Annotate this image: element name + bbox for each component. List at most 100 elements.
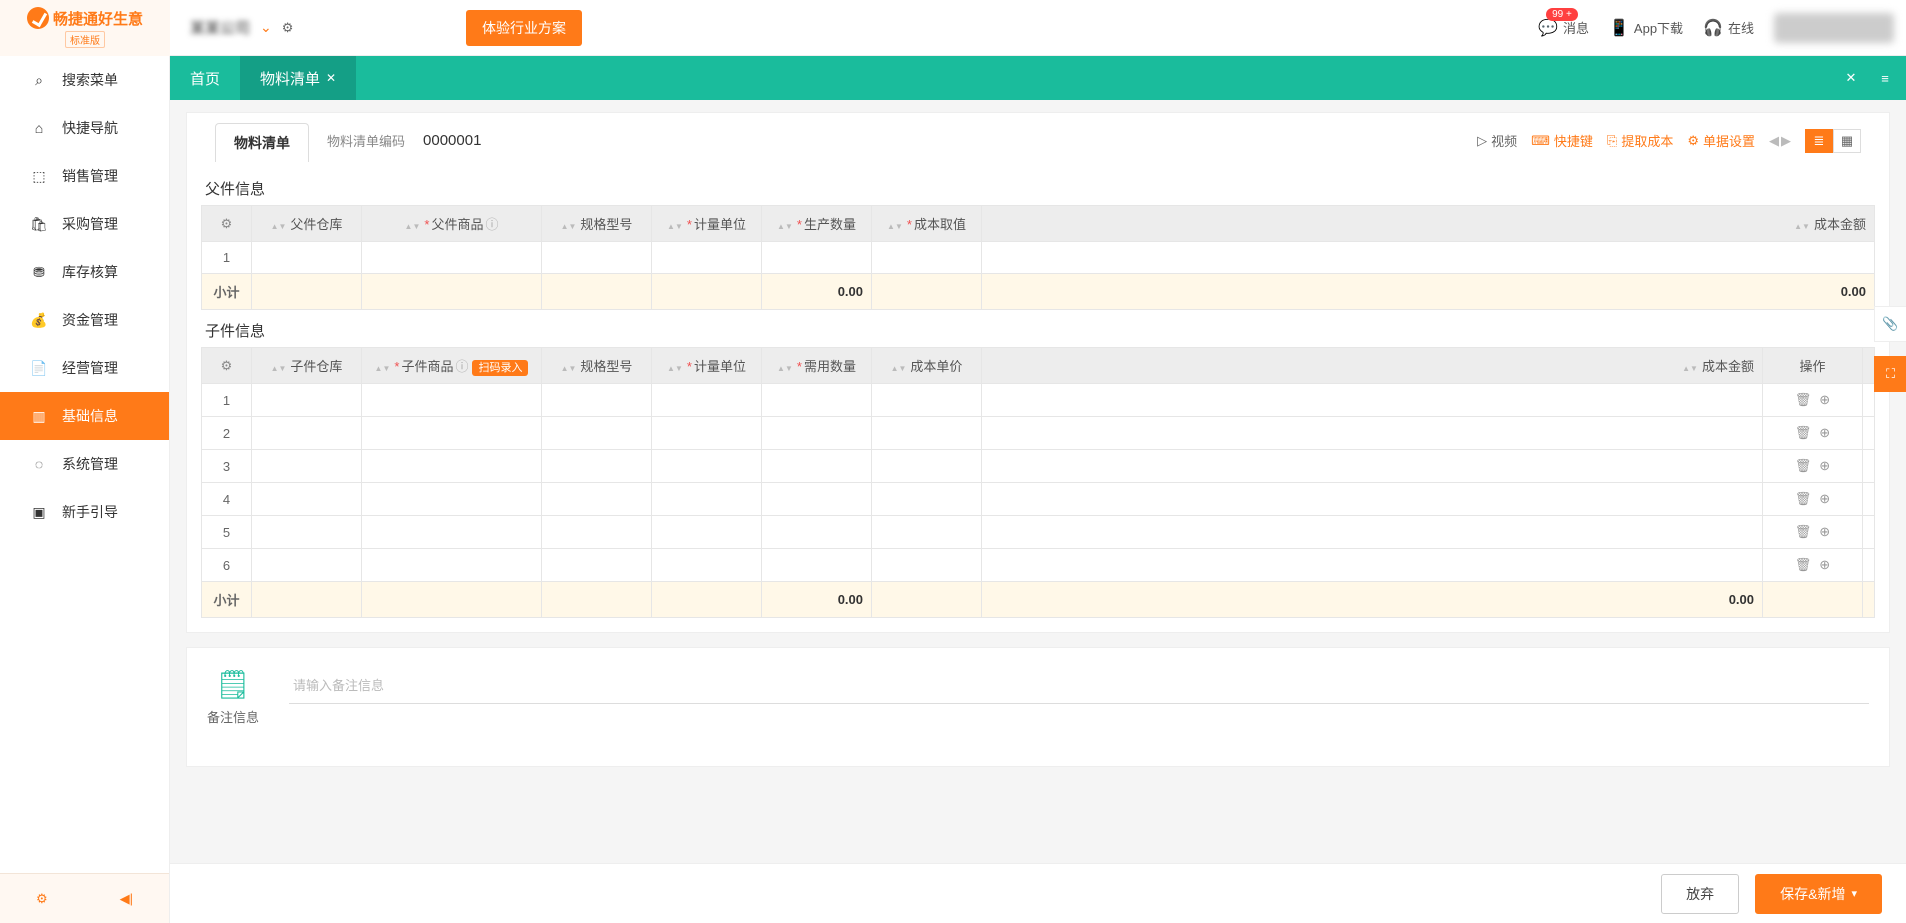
sidebar-item-system-mgmt[interactable]: ◌系统管理: [0, 440, 169, 488]
table-row[interactable]: 3 🗑 ⊕: [202, 450, 1875, 483]
note-icon: 🗒: [215, 668, 251, 701]
add-icon[interactable]: ⊕: [1819, 458, 1830, 473]
main: 首页 物料清单 ✕ ✕ ≡ 物料清单 物料清单编码 0000001: [170, 56, 1906, 923]
col-child-qty[interactable]: ▲▼*需用数量: [762, 348, 872, 384]
sidebar-item-fund-mgmt[interactable]: 💰资金管理: [0, 296, 169, 344]
sidebar-item-quick-nav[interactable]: ⌂快捷导航: [0, 104, 169, 152]
save-new-button[interactable]: 保存&新增 ▾: [1755, 874, 1882, 914]
table-row[interactable]: 1🗑⊕: [202, 384, 1875, 417]
col-child-warehouse[interactable]: ▲▼子件仓库: [252, 348, 362, 384]
fullscreen-button[interactable]: ⛶: [1874, 356, 1906, 392]
collapse-icon[interactable]: ◀|: [120, 891, 133, 907]
sidebar-item-sales-mgmt[interactable]: ⬚销售管理: [0, 152, 169, 200]
experience-button[interactable]: 体验行业方案: [466, 10, 582, 46]
logo: 畅捷通好生意: [27, 7, 143, 29]
col-parent-amount[interactable]: ▲▼成本金额: [982, 206, 1875, 242]
user-avatar[interactable]: [1774, 13, 1894, 43]
row-actions: 🗑⊕: [1763, 549, 1863, 582]
next-icon[interactable]: ▶: [1781, 133, 1791, 149]
add-icon[interactable]: ⊕: [1819, 524, 1830, 539]
sidebar-item-label: 搜索菜单: [62, 70, 118, 90]
sidebar-item-inventory-cost[interactable]: ⛃库存核算: [0, 248, 169, 296]
sidebar-item-label: 经营管理: [62, 358, 118, 378]
col-parent-qty[interactable]: ▲▼*生产数量: [762, 206, 872, 242]
row-number: 1: [202, 242, 252, 274]
add-icon[interactable]: ⊕: [1819, 557, 1830, 572]
table-row[interactable]: 4 🗑 ⊕: [202, 483, 1875, 516]
delete-icon[interactable]: 🗑: [1795, 392, 1812, 407]
add-icon[interactable]: ⊕: [1819, 491, 1830, 506]
list-view-btn[interactable]: ≣: [1805, 129, 1833, 153]
tab-menu-icon[interactable]: ≡: [1870, 63, 1900, 93]
prev-icon[interactable]: ◀: [1769, 133, 1779, 149]
brand-edition: 标准版: [65, 31, 105, 48]
quick-nav-icon: ⌂: [30, 120, 48, 136]
row-number: 3: [202, 450, 252, 483]
table-row[interactable]: 5🗑⊕: [202, 516, 1875, 549]
close-icon[interactable]: ✕: [326, 71, 336, 85]
save-new-label: 保存&新增: [1780, 884, 1845, 904]
tab-bom[interactable]: 物料清单 ✕: [240, 56, 356, 100]
col-parent-spec[interactable]: ▲▼规格型号: [542, 206, 652, 242]
sidebar-item-operation-mgmt[interactable]: 📄经营管理: [0, 344, 169, 392]
video-link[interactable]: ▷视频: [1477, 131, 1517, 150]
add-icon[interactable]: ⊕: [1819, 425, 1830, 440]
col-parent-costmode[interactable]: ▲▼*成本取值: [872, 206, 982, 242]
table-row[interactable]: 1: [202, 242, 1875, 274]
org-selector[interactable]: 某某公司 ⌄ ⚙: [190, 17, 450, 38]
sidebar-item-purchase-mgmt[interactable]: 🛍采购管理: [0, 200, 169, 248]
grid-view-btn[interactable]: ▦: [1833, 129, 1861, 153]
col-child-unit[interactable]: ▲▼*计量单位: [652, 348, 762, 384]
messages-label: 消息: [1563, 18, 1589, 37]
table-row[interactable]: 6🗑⊕: [202, 549, 1875, 582]
delete-icon[interactable]: 🗑: [1795, 458, 1812, 473]
settings-icon[interactable]: ⚙: [36, 891, 48, 907]
delete-icon[interactable]: 🗑: [1795, 557, 1812, 572]
col-child-amount[interactable]: ▲▼成本金额: [982, 348, 1763, 384]
search-menu-icon: ⌕: [30, 72, 48, 89]
delete-icon[interactable]: 🗑: [1795, 491, 1812, 506]
discard-button[interactable]: 放弃: [1661, 874, 1739, 914]
table-row[interactable]: 2🗑⊕: [202, 417, 1875, 450]
doc-settings-link[interactable]: ⚙单据设置: [1687, 131, 1755, 150]
col-parent-warehouse[interactable]: ▲▼父件仓库: [252, 206, 362, 242]
row-number: 6: [202, 549, 252, 582]
tab-home[interactable]: 首页: [170, 56, 240, 100]
add-icon[interactable]: ⊕: [1819, 392, 1830, 407]
sidebar-item-label: 销售管理: [62, 166, 118, 186]
col-child-price[interactable]: ▲▼成本单价: [872, 348, 982, 384]
panel-tab[interactable]: 物料清单: [215, 123, 309, 162]
col-parent-unit[interactable]: ▲▼*计量单位: [652, 206, 762, 242]
chevron-down-icon: ⌄: [260, 19, 272, 36]
attachment-button[interactable]: 📎: [1874, 306, 1906, 342]
delete-icon[interactable]: 🗑: [1795, 524, 1812, 539]
system-mgmt-icon: ◌: [30, 456, 48, 472]
child-subtotal-row: 小计 0.00 0.00: [202, 582, 1875, 618]
help-icon[interactable]: ⓘ: [485, 217, 498, 232]
shortcut-link[interactable]: ⌨快捷键: [1531, 131, 1593, 150]
gear-header[interactable]: ⚙: [202, 348, 252, 384]
remark-input[interactable]: [289, 668, 1869, 704]
sidebar-item-newbie-guide[interactable]: ▣新手引导: [0, 488, 169, 536]
col-child-product[interactable]: ▲▼*子件商品ⓘ扫码录入: [362, 348, 542, 384]
close-all-icon[interactable]: ✕: [1836, 63, 1866, 93]
sidebar-item-basic-info[interactable]: ▥基础信息: [0, 392, 169, 440]
delete-icon[interactable]: 🗑: [1795, 425, 1812, 440]
scan-badge[interactable]: 扫码录入: [472, 360, 528, 376]
help-icon[interactable]: ⓘ: [455, 359, 468, 374]
gear-header[interactable]: ⚙: [202, 206, 252, 242]
app-download-link[interactable]: 📱 App下载: [1609, 18, 1683, 38]
extract-cost-link[interactable]: ⎘提取成本: [1607, 131, 1673, 150]
sidebar-item-search-menu[interactable]: ⌕ 搜索菜单: [0, 56, 169, 104]
online-support-link[interactable]: 🎧 在线: [1703, 18, 1754, 38]
child-subtotal-qty: 0.00: [762, 582, 872, 618]
row-actions: 🗑⊕: [1763, 417, 1863, 450]
col-parent-product[interactable]: ▲▼*父件商品ⓘ: [362, 206, 542, 242]
messages-link[interactable]: 99 + 💬 消息: [1538, 18, 1589, 38]
gear-icon[interactable]: ⚙: [282, 20, 294, 36]
remark-panel: 🗒 备注信息: [186, 647, 1890, 767]
top-header: 畅捷通好生意 标准版 某某公司 ⌄ ⚙ 体验行业方案 99 + 💬 消息 📱 A…: [0, 0, 1906, 56]
sidebar-item-label: 库存核算: [62, 262, 118, 282]
row-number: 4: [202, 483, 252, 516]
col-child-spec[interactable]: ▲▼规格型号: [542, 348, 652, 384]
